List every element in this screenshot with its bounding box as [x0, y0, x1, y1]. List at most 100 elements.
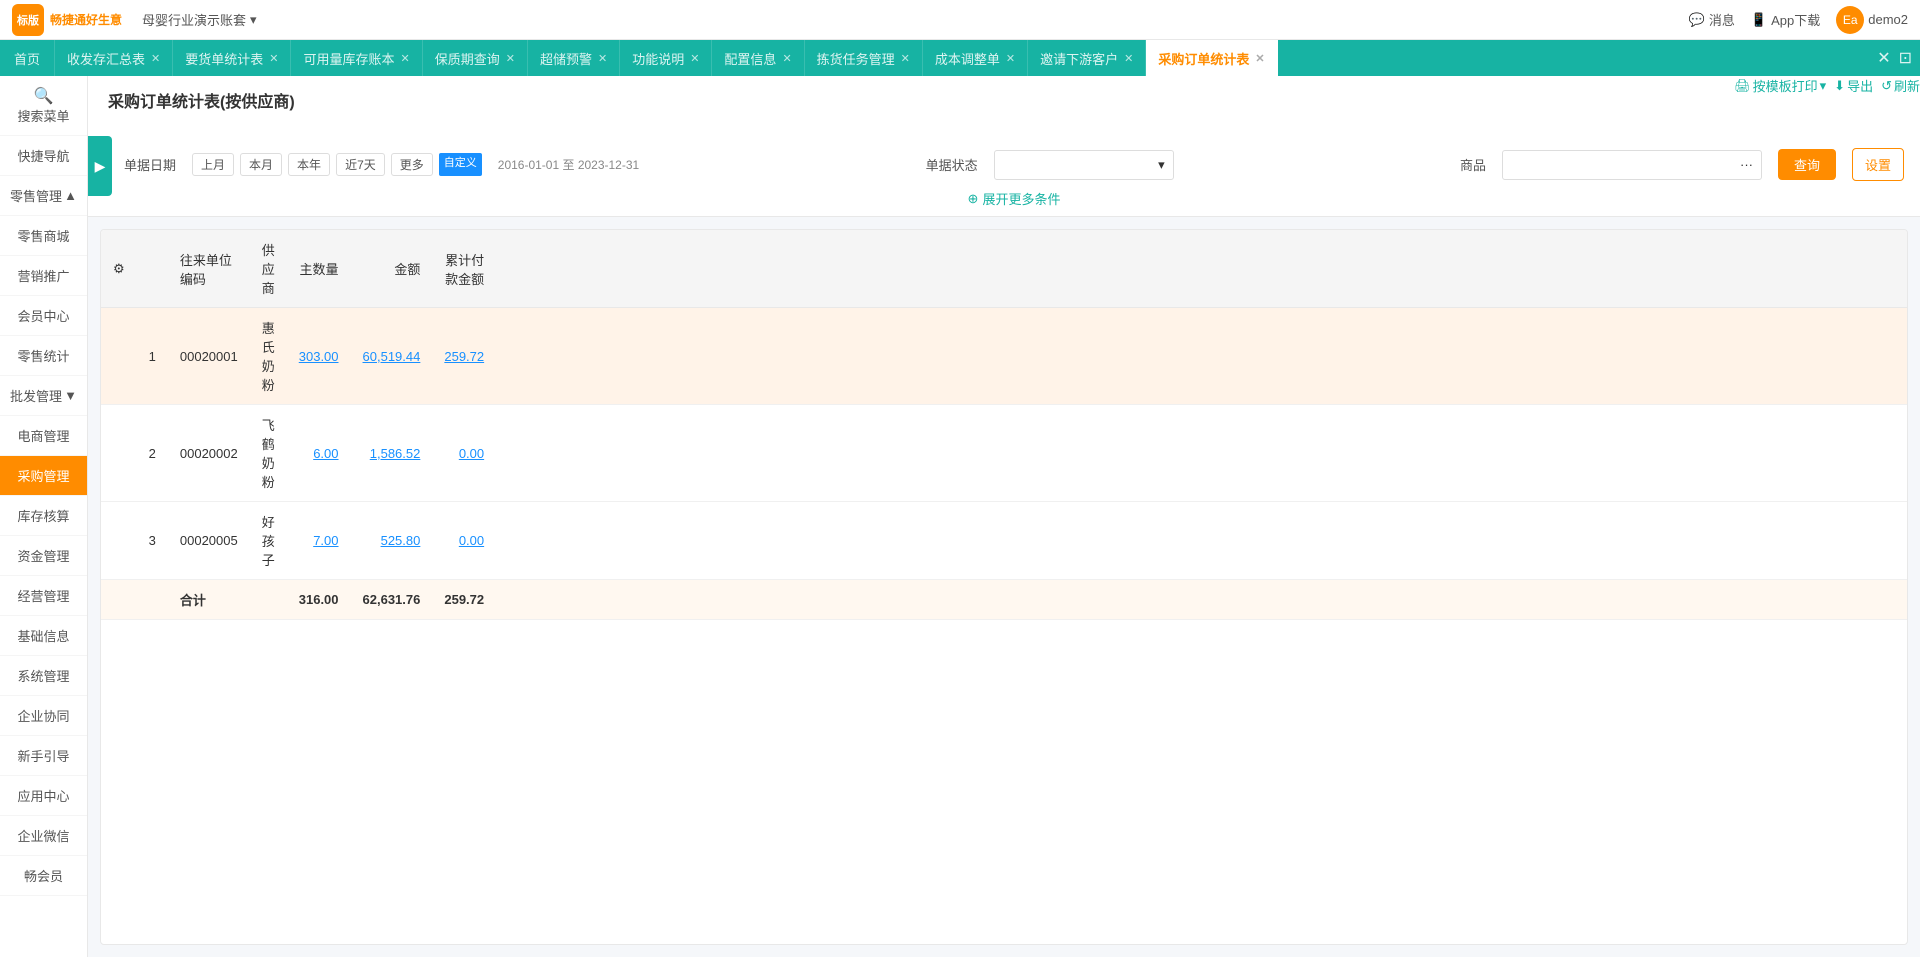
tab-yaoqing[interactable]: 邀请下游客户 ✕ — [1028, 40, 1146, 76]
tab-label: 拣货任务管理 — [817, 49, 895, 68]
tab-label: 成本调整单 — [935, 49, 1000, 68]
date-label: 单据日期 — [124, 155, 176, 174]
row3-amount-link[interactable]: 525.80 — [381, 533, 421, 548]
refresh-button[interactable]: ↺ 刷新 — [1881, 76, 1920, 95]
date-btn-this-month[interactable]: 本月 — [240, 153, 282, 176]
tab-label: 可用量库存账本 — [303, 49, 394, 68]
date-btn-prev-month[interactable]: 上月 — [192, 153, 234, 176]
tab-gongneng[interactable]: 功能说明 ✕ — [620, 40, 712, 76]
close-icon[interactable]: ✕ — [901, 52, 910, 65]
close-icon[interactable]: ✕ — [401, 52, 410, 65]
sidebar-purchase-label: 采购管理 — [4, 466, 83, 485]
export-button[interactable]: ⬇ 导出 — [1834, 76, 1873, 95]
org-selector[interactable]: 母婴行业演示账套 ▾ — [142, 10, 257, 29]
close-icon[interactable]: ✕ — [782, 52, 791, 65]
close-icon[interactable]: ✕ — [1124, 52, 1133, 65]
table-area: ⚙ 往来单位编码 供应商 主数量 金额 累计付款金额 1 — [100, 229, 1908, 945]
close-icon[interactable]: ✕ — [506, 52, 515, 65]
close-icon[interactable]: ✕ — [598, 52, 607, 65]
row1-paid-link[interactable]: 259.72 — [444, 349, 484, 364]
sidebar-item-search[interactable]: 🔍 搜索菜单 — [0, 76, 87, 136]
col-paid-amount-header: 累计付款金额 — [432, 230, 496, 308]
tab-yaohuoDanjitongji[interactable]: 要货单统计表 ✕ — [173, 40, 291, 76]
logo-icon: 标版 — [12, 4, 44, 36]
sidebar-item-quicknav[interactable]: 快捷导航 — [0, 136, 87, 176]
app-download-label: App下载 — [1771, 10, 1820, 29]
avatar-initial: Ea — [1843, 13, 1858, 27]
filter-section: ▶ 单据日期 上月 本月 本年 近7天 更多 自定义 2016-01-01 至 … — [88, 136, 1920, 217]
tab-peizhi[interactable]: 配置信息 ✕ — [712, 40, 804, 76]
close-icon[interactable]: ✕ — [151, 52, 160, 65]
tab-keyong[interactable]: 可用量库存账本 ✕ — [291, 40, 422, 76]
sidebar-item-retail-stats[interactable]: 零售统计 — [0, 336, 87, 376]
logo-text: 畅捷通好生意 — [50, 11, 122, 28]
footer-paid-amount: 259.72 — [432, 580, 496, 620]
row1-supplier-name: 惠氏奶粉 — [250, 308, 287, 405]
sidebar-item-retail-shop[interactable]: 零售商城 — [0, 216, 87, 256]
product-input[interactable]: ··· — [1502, 150, 1762, 180]
row2-paid-amount: 0.00 — [432, 405, 496, 502]
row2-main-qty-link[interactable]: 6.00 — [313, 446, 338, 461]
sidebar-item-appcenter[interactable]: 应用中心 — [0, 776, 87, 816]
row3-paid-link[interactable]: 0.00 — [459, 533, 484, 548]
date-btn-more[interactable]: 更多 — [391, 153, 433, 176]
sidebar-item-wechat[interactable]: 企业微信 — [0, 816, 87, 856]
sidebar-item-enterprise[interactable]: 企业协同 — [0, 696, 87, 736]
search-button[interactable]: 查询 — [1778, 149, 1836, 180]
tab-chaochu[interactable]: 超储预警 ✕ — [528, 40, 620, 76]
row1-amount-link[interactable]: 60,519.44 — [363, 349, 421, 364]
maximize-btn[interactable]: ⊡ — [1899, 48, 1912, 68]
close-window-btn[interactable]: ✕ — [1877, 48, 1890, 68]
sidebar-item-vip[interactable]: 畅会员 — [0, 856, 87, 896]
date-btn-this-year[interactable]: 本年 — [288, 153, 330, 176]
print-button[interactable]: 🖨 按模板打印 ▾ — [1734, 76, 1826, 95]
settings-button[interactable]: 设置 — [1852, 148, 1904, 181]
sidebar-item-members[interactable]: 会员中心 — [0, 296, 87, 336]
app-download-btn[interactable]: 📱 App下载 — [1751, 10, 1820, 29]
filter-toggle-btn[interactable]: ▶ — [88, 136, 112, 196]
row2-amount-link[interactable]: 1,586.52 — [370, 446, 421, 461]
tab-shoufaHuizong[interactable]: 收发存汇总表 ✕ — [55, 40, 173, 76]
sidebar-item-marketing[interactable]: 营销推广 — [0, 256, 87, 296]
sidebar-item-ops[interactable]: 经营管理 — [0, 576, 87, 616]
user-info[interactable]: Ea demo2 — [1836, 6, 1908, 34]
sidebar-item-basic[interactable]: 基础信息 — [0, 616, 87, 656]
row3-main-qty-link[interactable]: 7.00 — [313, 533, 338, 548]
status-select[interactable]: ▾ — [994, 150, 1174, 180]
logo-icon-text: 标版 — [17, 12, 39, 28]
close-icon[interactable]: ✕ — [1255, 52, 1264, 65]
tab-baobao[interactable]: 保质期查询 ✕ — [423, 40, 528, 76]
row2-main-qty: 6.00 — [287, 405, 351, 502]
close-icon[interactable]: ✕ — [690, 52, 699, 65]
tab-caigou-active[interactable]: 采购订单统计表 ✕ — [1146, 40, 1277, 76]
date-btn-7days[interactable]: 近7天 — [336, 153, 385, 176]
sidebar-item-purchase[interactable]: 采购管理 — [0, 456, 87, 496]
main-layout: 🔍 搜索菜单 快捷导航 零售管理 ▲ 零售商城 营销推广 会员中心 零售统计 批… — [0, 76, 1920, 957]
sidebar-item-newbie[interactable]: 新手引导 — [0, 736, 87, 776]
sidebar-item-system[interactable]: 系统管理 — [0, 656, 87, 696]
sidebar-item-ecom[interactable]: 电商管理 — [0, 416, 87, 456]
sidebar-retail-label: 零售管理 — [10, 186, 62, 205]
status-label: 单据状态 — [926, 155, 978, 174]
print-icon: 🖨 — [1734, 78, 1751, 94]
tab-chengben[interactable]: 成本调整单 ✕ — [923, 40, 1028, 76]
tab-home[interactable]: 首页 — [0, 40, 55, 76]
expand-more-btn[interactable]: ⊕ 展开更多条件 — [968, 189, 1061, 208]
message-btn[interactable]: 💬 消息 — [1689, 10, 1735, 29]
row1-main-qty-link[interactable]: 303.00 — [299, 349, 339, 364]
close-icon[interactable]: ✕ — [1006, 52, 1015, 65]
export-icon: ⬇ — [1834, 78, 1845, 94]
close-icon[interactable]: ✕ — [269, 52, 278, 65]
sidebar-item-finance[interactable]: 资金管理 — [0, 536, 87, 576]
sidebar-item-inventory[interactable]: 库存核算 — [0, 496, 87, 536]
row2-index: 2 — [137, 405, 168, 502]
col-supplier-code-header: 往来单位编码 — [168, 230, 250, 308]
sidebar-item-batch-mgmt[interactable]: 批发管理 ▼ — [0, 376, 87, 416]
expand-label: 展开更多条件 — [982, 189, 1060, 208]
row3-settings — [101, 502, 137, 580]
sidebar-item-retail[interactable]: 零售管理 ▲ — [0, 176, 87, 216]
row2-paid-link[interactable]: 0.00 — [459, 446, 484, 461]
footer-index — [137, 580, 168, 620]
tab-jianhuo[interactable]: 拣货任务管理 ✕ — [805, 40, 923, 76]
col-settings[interactable]: ⚙ — [101, 230, 137, 308]
